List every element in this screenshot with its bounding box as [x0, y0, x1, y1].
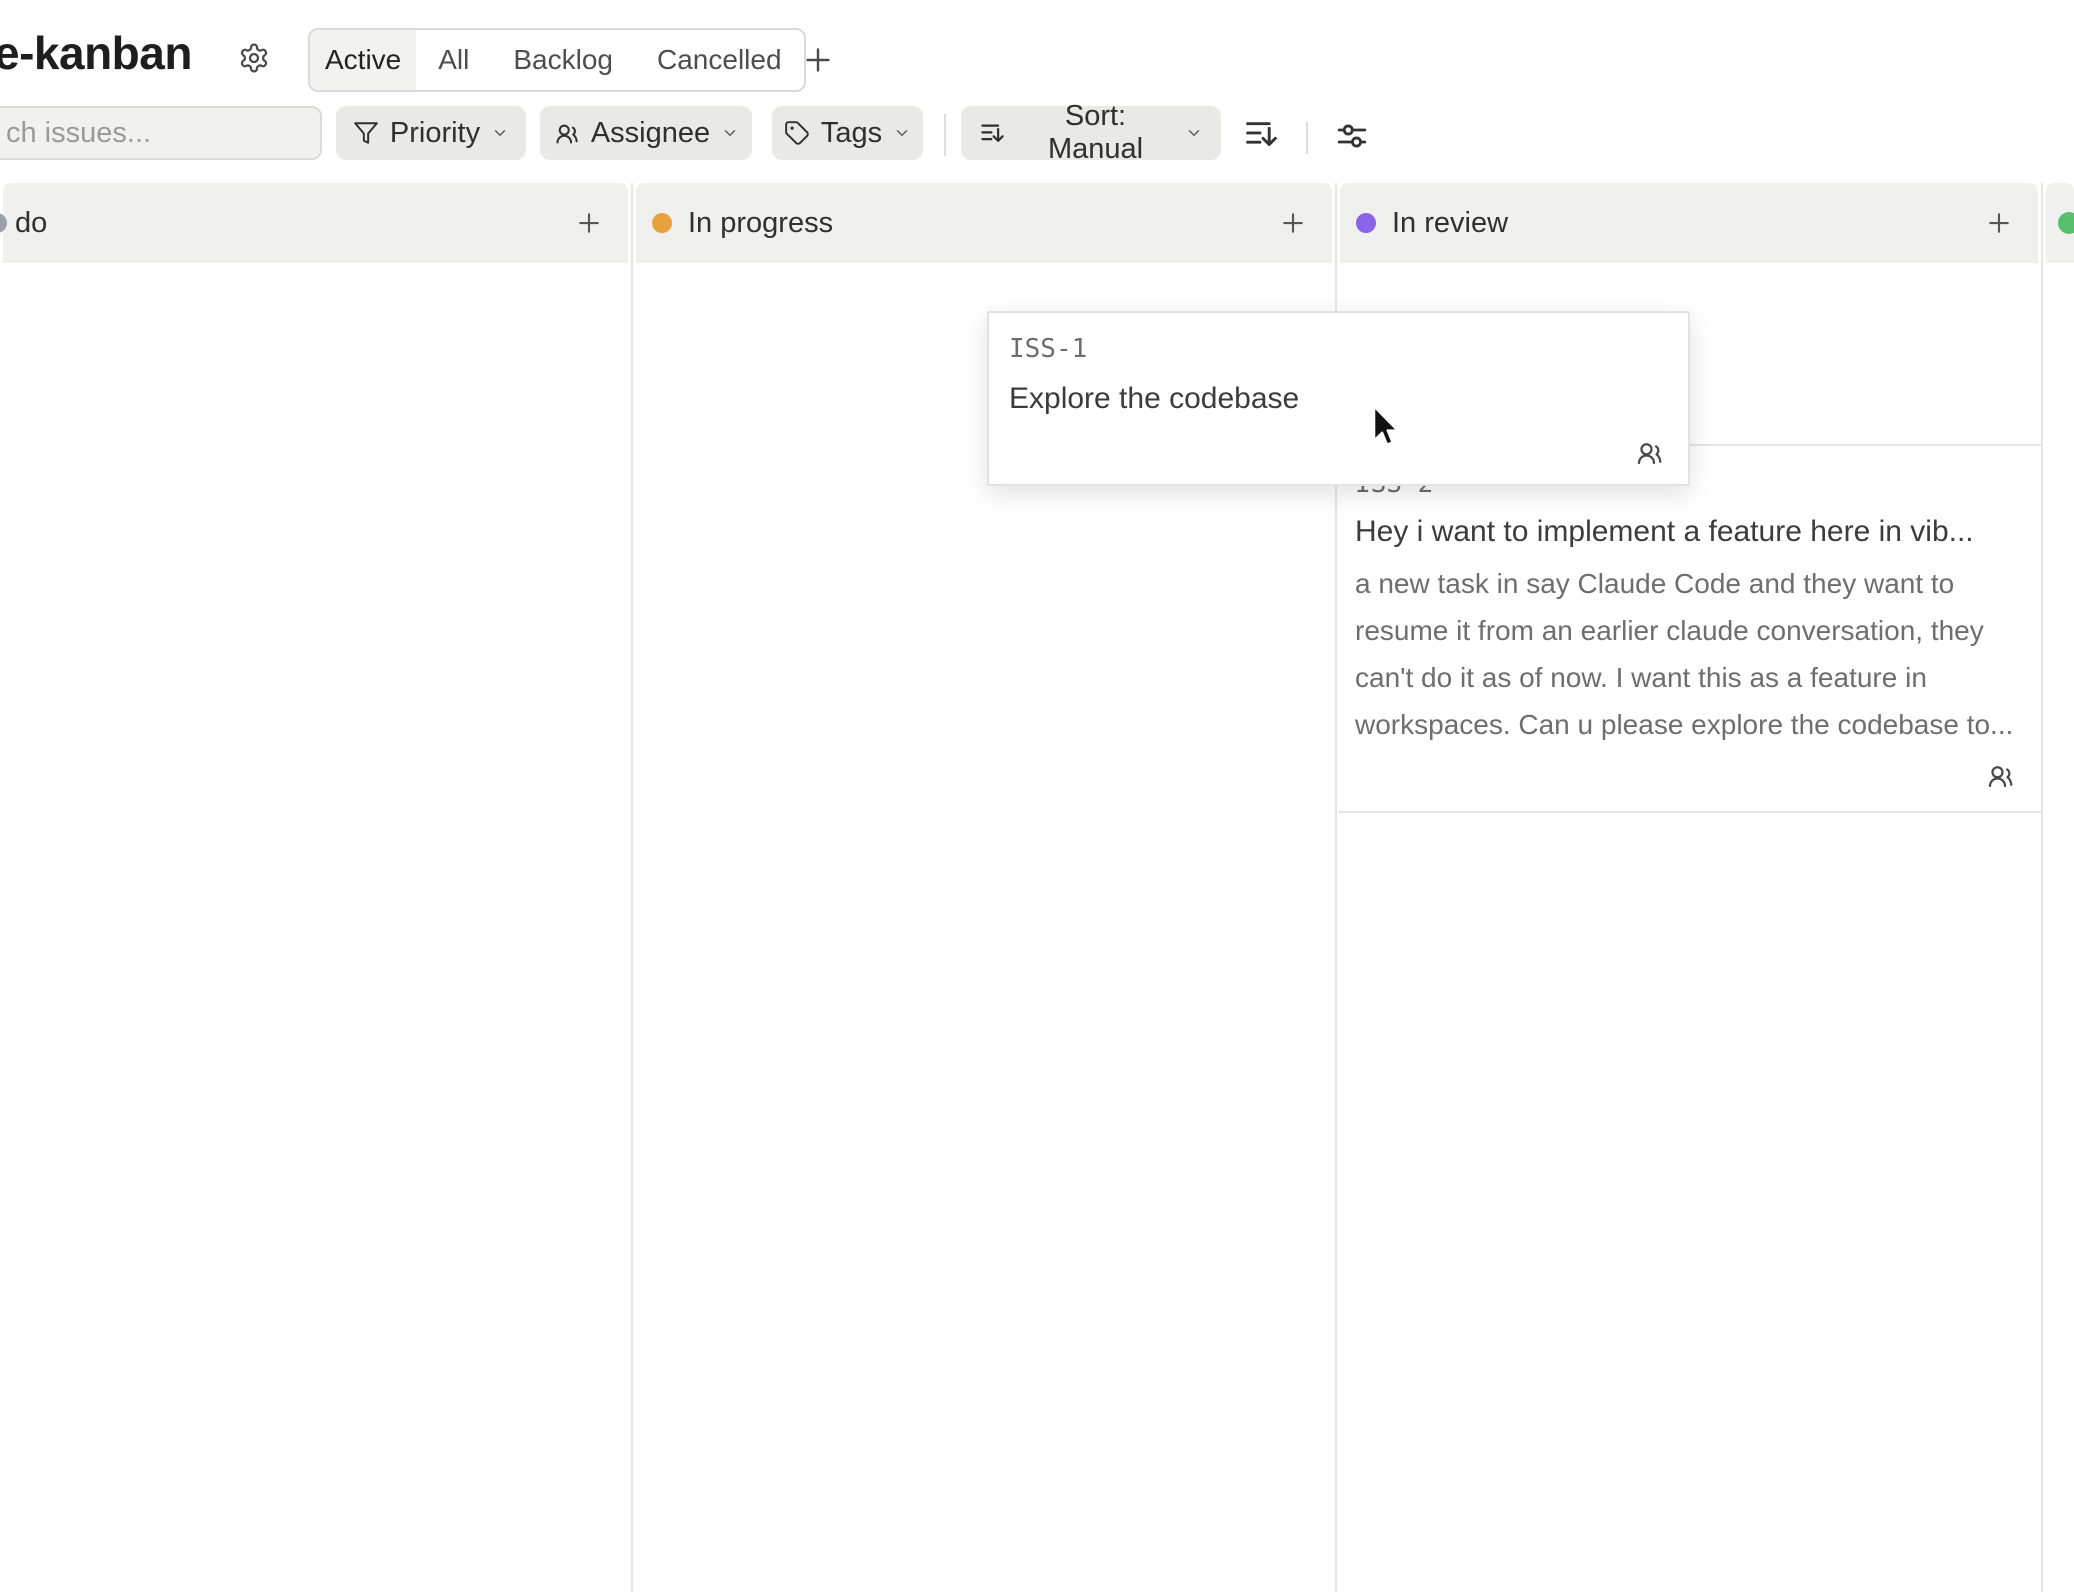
tags-filter-button[interactable]: Tags [772, 106, 923, 160]
issue-description: a new task in say Claude Code and they w… [1355, 560, 2017, 748]
assignee-filter-button[interactable]: Assignee [540, 106, 752, 160]
tag-icon [784, 120, 810, 146]
add-tab-button[interactable] [800, 42, 836, 78]
column-status-dot [2058, 212, 2074, 234]
add-card-button[interactable] [1984, 208, 2014, 238]
add-card-button[interactable] [1278, 208, 1308, 238]
sort-button-label: Sort: Manual [1017, 100, 1174, 166]
column-todo: do [0, 183, 633, 1592]
display-settings-button[interactable] [1334, 118, 1370, 154]
chevron-down-icon [721, 124, 739, 142]
view-tabs: Active All Backlog Cancelled [308, 28, 806, 92]
filter-icon [353, 120, 379, 146]
toolbar-divider [1306, 122, 1308, 154]
toolbar-divider [944, 114, 946, 156]
column-done [2043, 183, 2074, 1592]
assignee-filter-label: Assignee [591, 117, 710, 150]
issue-title: Hey i want to implement a feature here i… [1355, 512, 2017, 552]
column-in-progress-label: In progress [688, 207, 833, 240]
kanban-app: e-kanban Active All Backlog Cancelled Pr [0, 0, 2074, 1592]
column-todo-header: do [3, 183, 628, 263]
chevron-down-icon [893, 124, 911, 142]
issue-card[interactable]: ISS-2 Hey i want to implement a feature … [1338, 446, 2041, 813]
chevron-down-icon [491, 124, 509, 142]
tags-filter-label: Tags [821, 117, 882, 150]
sort-desc-icon [1243, 116, 1280, 153]
column-todo-label: do [15, 207, 47, 240]
issue-id: ISS-1 [1009, 333, 1664, 365]
tab-active[interactable]: Active [310, 30, 416, 90]
sort-desc-icon [979, 120, 1006, 147]
column-status-dot [0, 213, 7, 233]
gear-icon [238, 42, 270, 74]
column-status-dot [652, 213, 672, 233]
sort-direction-button[interactable] [1243, 116, 1280, 153]
users-icon [553, 120, 580, 147]
dragging-card[interactable]: ISS-1 Explore the codebase [987, 311, 1690, 486]
column-status-dot [1356, 213, 1376, 233]
project-settings-button[interactable] [238, 42, 270, 74]
issue-title: Explore the codebase [1009, 379, 1664, 419]
priority-filter-label: Priority [390, 117, 480, 150]
sort-button[interactable]: Sort: Manual [961, 106, 1221, 160]
column-done-header [2046, 183, 2074, 263]
add-card-button[interactable] [574, 208, 604, 238]
sliders-icon [1334, 118, 1370, 154]
column-in-review-header: In review [1340, 183, 2038, 263]
chevron-down-icon [1185, 124, 1203, 142]
priority-filter-button[interactable]: Priority [336, 106, 526, 160]
column-in-progress-header: In progress [636, 183, 1332, 263]
plus-icon [800, 42, 836, 78]
search-input[interactable] [0, 106, 322, 160]
mouse-cursor [1372, 406, 1400, 448]
tab-backlog[interactable]: Backlog [491, 30, 635, 90]
tab-all[interactable]: All [416, 30, 491, 90]
users-round-icon [1634, 438, 1664, 468]
tab-cancelled[interactable]: Cancelled [635, 30, 804, 90]
page-title: e-kanban [0, 26, 192, 80]
column-in-review-label: In review [1392, 207, 1508, 240]
users-round-icon [1985, 761, 2015, 791]
